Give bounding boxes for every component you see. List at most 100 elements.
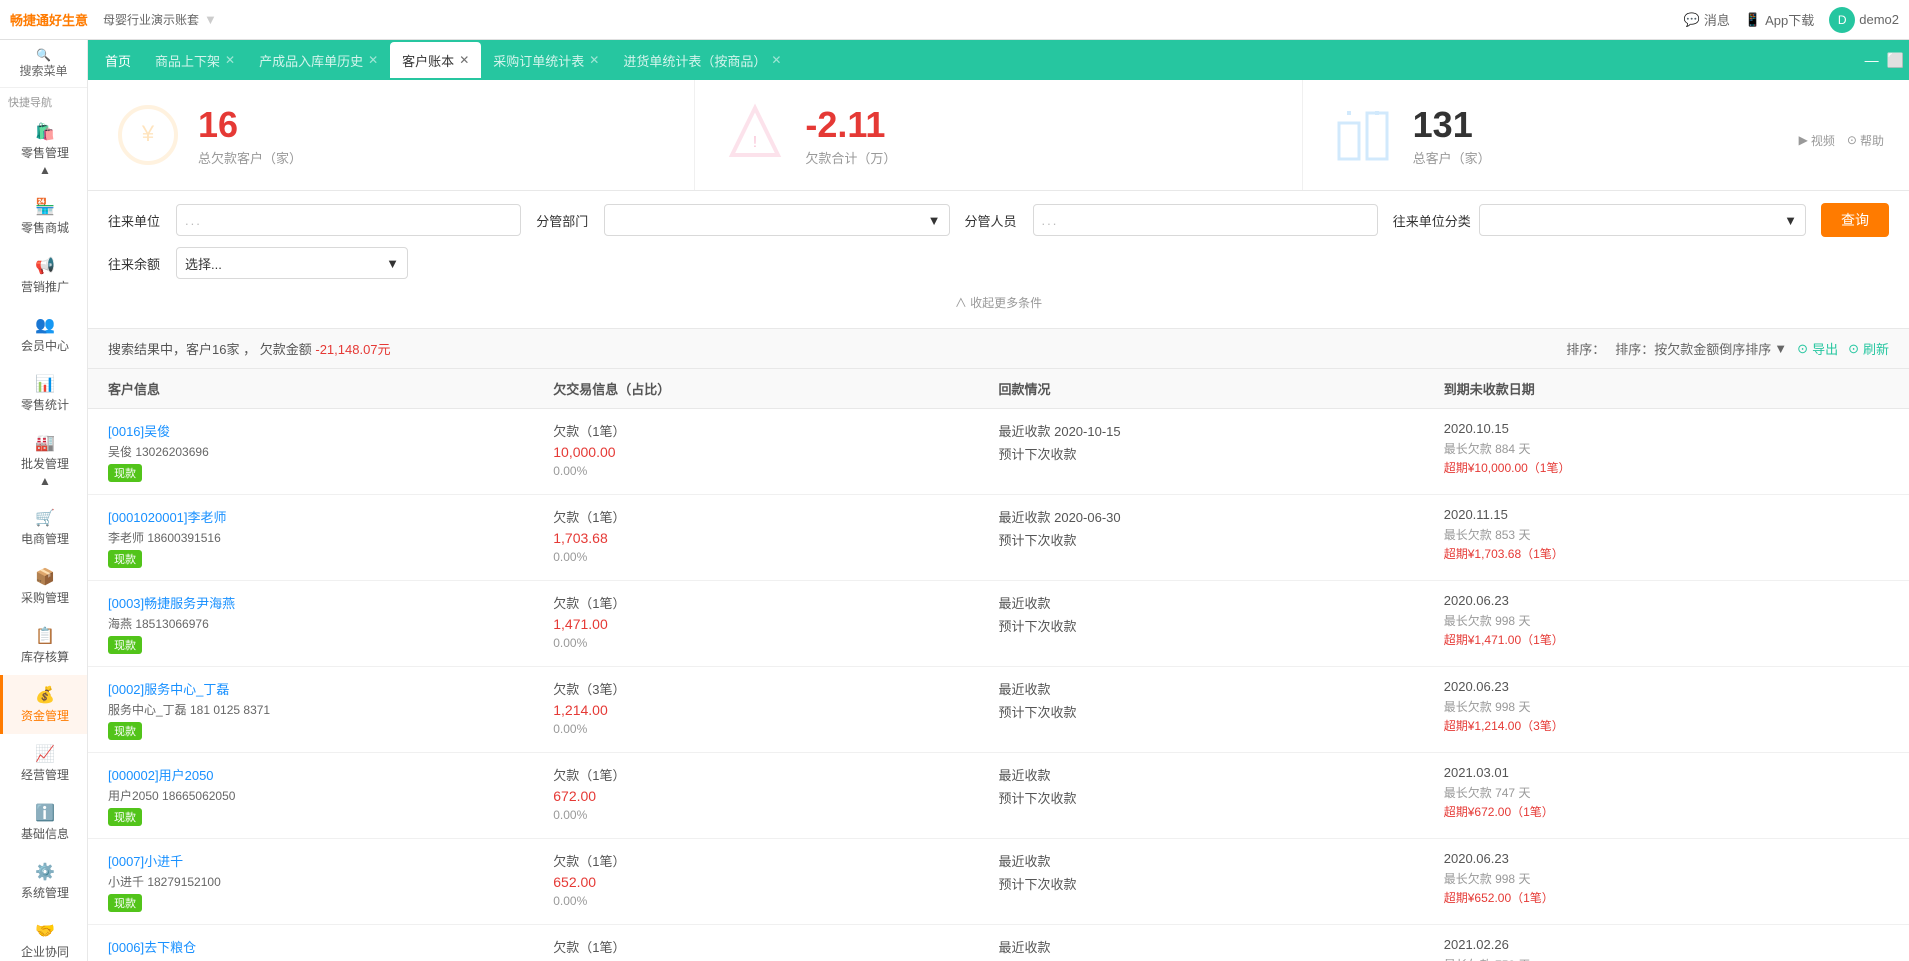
unit-class-chevron-icon: ▼ bbox=[1784, 213, 1797, 228]
sidebar-item-operations[interactable]: 📈 经营管理 bbox=[0, 734, 87, 793]
stat-icon-blue bbox=[1328, 100, 1398, 170]
customer-detail-4: 用户2050 18665062050 bbox=[108, 787, 553, 804]
video-icon: ▶ bbox=[1799, 133, 1808, 147]
customer-tag-3: 现款 bbox=[108, 722, 142, 740]
basic-info-icon: ℹ️ bbox=[35, 803, 55, 823]
top-bar-right: 💬 消息 📱 App下载 D demo2 bbox=[1684, 7, 1899, 33]
tab-home[interactable]: 首页 bbox=[93, 51, 143, 70]
sidebar-item-purchase[interactable]: 📦 采购管理 bbox=[0, 557, 87, 616]
person-input[interactable]: ... bbox=[1033, 204, 1378, 236]
customer-name-3[interactable]: [0002]服务中心_丁磊 bbox=[108, 679, 553, 698]
tab-close-icon[interactable]: ✕ bbox=[771, 53, 781, 67]
customer-name-0[interactable]: [0016]吴俊 bbox=[108, 421, 553, 440]
table-row: [000002]用户2050 用户2050 18665062050 现款 欠款（… bbox=[88, 753, 1909, 839]
query-button[interactable]: 查询 bbox=[1821, 203, 1889, 237]
sidebar-item-retail-mall[interactable]: 🏪 零售商城 bbox=[0, 187, 87, 246]
customer-info-0: [0016]吴俊 吴俊 13026203696 现款 bbox=[108, 421, 553, 482]
tab-bar: 首页 商品上下架 ✕ 产成品入库单历史 ✕ 客户账本 ✕ 采购订单统计表 ✕ bbox=[88, 40, 1909, 80]
customer-name-5[interactable]: [0007]小进千 bbox=[108, 851, 553, 870]
sidebar-item-label: 系统管理 bbox=[21, 884, 69, 901]
sidebar-item-system[interactable]: ⚙️ 系统管理 bbox=[0, 852, 87, 911]
sidebar-item-inventory[interactable]: 📋 库存核算 bbox=[0, 616, 87, 675]
customer-info-5: [0007]小进千 小进千 18279152100 现款 bbox=[108, 851, 553, 912]
sidebar: 🔍 搜索菜单 快捷导航 🛍️ 零售管理 ▲ 🏪 零售商城 📢 营销推广 👥 会员… bbox=[0, 40, 88, 961]
customer-name-6[interactable]: [0006]去下粮仓 bbox=[108, 937, 553, 956]
tab-close-icon[interactable]: ✕ bbox=[368, 53, 378, 67]
overdue-link-4[interactable]: 超期¥672.00（1笔） bbox=[1444, 803, 1889, 820]
stat-debt-customers-value: 16 bbox=[198, 104, 302, 146]
sidebar-item-label: 零售统计 bbox=[21, 396, 69, 413]
debt-info-5: 欠款（1笔） 652.00 0.00% bbox=[553, 851, 998, 908]
unit-class-select[interactable]: ▼ bbox=[1479, 204, 1806, 236]
sidebar-item-label: 批发管理 bbox=[21, 455, 69, 472]
dept-chevron-icon: ▼ bbox=[928, 213, 941, 228]
overdue-link-3[interactable]: 超期¥1,214.00（3笔） bbox=[1444, 717, 1889, 734]
sidebar-item-enterprise[interactable]: 🤝 企业协同 bbox=[0, 911, 87, 961]
sidebar-item-member[interactable]: 👥 会员中心 bbox=[0, 305, 87, 364]
from-unit-input[interactable]: ... bbox=[176, 204, 521, 236]
app-download-btn[interactable]: 📱 App下载 bbox=[1745, 10, 1814, 29]
tab-product-listing[interactable]: 商品上下架 ✕ bbox=[143, 42, 247, 78]
sidebar-item-label: 零售管理 bbox=[21, 144, 69, 161]
person-label: 分管人员 bbox=[965, 211, 1025, 230]
overdue-link-0[interactable]: 超期¥10,000.00（1笔） bbox=[1444, 459, 1889, 476]
overdue-link-2[interactable]: 超期¥1,471.00（1笔） bbox=[1444, 631, 1889, 648]
tab-product-inbound[interactable]: 产成品入库单历史 ✕ bbox=[247, 42, 390, 78]
customer-info-3: [0002]服务中心_丁磊 服务中心_丁磊 181 0125 8371 现款 bbox=[108, 679, 553, 740]
search-menu-btn[interactable]: 🔍 搜索菜单 bbox=[0, 40, 87, 88]
sidebar-item-ecommerce[interactable]: 🛒 电商管理 bbox=[0, 498, 87, 557]
sidebar-item-retail-stats[interactable]: 📊 零售统计 bbox=[0, 364, 87, 423]
sort-label: 排序： bbox=[1566, 339, 1605, 358]
video-btn[interactable]: ▶ 视频 bbox=[1799, 132, 1835, 149]
sidebar-item-basic-info[interactable]: ℹ️ 基础信息 bbox=[0, 793, 87, 852]
sidebar-item-marketing[interactable]: 📢 营销推广 bbox=[0, 246, 87, 305]
stat-icon-pink: ! bbox=[720, 100, 790, 170]
table-header: 客户信息 欠交易信息（占比） 回款情况 到期未收款日期 bbox=[88, 369, 1909, 409]
tab-purchase-stats[interactable]: 采购订单统计表 ✕ bbox=[481, 42, 611, 78]
sidebar-item-label: 电商管理 bbox=[21, 530, 69, 547]
customer-detail-3: 服务中心_丁磊 181 0125 8371 bbox=[108, 701, 553, 718]
customer-info-1: [0001020001]李老师 李老师 18600391516 现款 bbox=[108, 507, 553, 568]
sort-button[interactable]: 排序：按欠款金额倒序排序 ▼ bbox=[1615, 339, 1787, 358]
inventory-icon: 📋 bbox=[35, 626, 55, 646]
tab-close-icon[interactable]: ✕ bbox=[459, 53, 469, 67]
customer-tag-2: 现款 bbox=[108, 636, 142, 654]
messages-btn[interactable]: 💬 消息 bbox=[1684, 10, 1730, 29]
export-button[interactable]: ⊙ 导出 bbox=[1797, 339, 1838, 358]
sidebar-item-finance[interactable]: 💰 资金管理 bbox=[0, 675, 87, 734]
results-bar: 搜索结果中，客户16家 ， 欠款金额 -21,148.07元 排序： 排序：按欠… bbox=[88, 329, 1909, 369]
overdue-link-1[interactable]: 超期¥1,703.68（1笔） bbox=[1444, 545, 1889, 562]
tab-close-icon[interactable]: ✕ bbox=[225, 53, 235, 67]
sidebar-item-wholesale[interactable]: 🏭 批发管理 ▲ bbox=[0, 423, 87, 498]
tab-minimize-icon[interactable]: — bbox=[1865, 52, 1879, 68]
collapse-btn[interactable]: ∧ 收起更多条件 bbox=[108, 289, 1889, 316]
user-btn[interactable]: D demo2 bbox=[1829, 7, 1899, 33]
store-dropdown-icon[interactable]: ▼ bbox=[204, 12, 217, 27]
tab-maximize-icon[interactable]: ⬜ bbox=[1887, 52, 1904, 69]
tab-customer-account[interactable]: 客户账本 ✕ bbox=[390, 42, 481, 78]
customer-name-2[interactable]: [0003]畅捷服务尹海燕 bbox=[108, 593, 553, 612]
return-info-2: 最近收款 预计下次收款 bbox=[999, 593, 1444, 639]
due-info-0: 2020.10.15 最长欠款 884 天 超期¥10,000.00（1笔） bbox=[1444, 421, 1889, 476]
tab-close-icon[interactable]: ✕ bbox=[589, 53, 599, 67]
balance-label: 往来余额 bbox=[108, 254, 168, 273]
balance-select[interactable]: 选择... ▼ bbox=[176, 247, 408, 279]
table-row: [0003]畅捷服务尹海燕 海燕 18513066976 现款 欠款（1笔） 1… bbox=[88, 581, 1909, 667]
from-unit-dots: ... bbox=[185, 213, 202, 228]
filter-row-1: 往来单位 ... 分管部门 ▼ bbox=[108, 203, 1889, 237]
tab-purchase-product-stats[interactable]: 进货单统计表（按商品） ✕ bbox=[611, 42, 793, 78]
overdue-link-5[interactable]: 超期¥652.00（1笔） bbox=[1444, 889, 1889, 906]
customer-name-1[interactable]: [0001020001]李老师 bbox=[108, 507, 553, 526]
ecommerce-icon: 🛒 bbox=[35, 508, 55, 528]
refresh-button[interactable]: ⊙ 刷新 bbox=[1848, 339, 1889, 358]
help-btn[interactable]: ⊙ 帮助 bbox=[1847, 132, 1884, 149]
customer-name-4[interactable]: [000002]用户2050 bbox=[108, 765, 553, 784]
filter-from-unit: 往来单位 ... bbox=[108, 204, 521, 236]
search-icon: 🔍 bbox=[36, 48, 51, 62]
customer-info-6: [0006]去下粮仓 陈小希 现款 bbox=[108, 937, 553, 961]
search-menu-label: 搜索菜单 bbox=[5, 62, 82, 79]
sidebar-item-retail-mgmt[interactable]: 🛍️ 零售管理 ▲ bbox=[0, 112, 87, 187]
store-name: 母婴行业演示账套 bbox=[103, 11, 199, 28]
dept-select[interactable]: ▼ bbox=[604, 204, 949, 236]
message-icon: 💬 bbox=[1684, 12, 1700, 28]
